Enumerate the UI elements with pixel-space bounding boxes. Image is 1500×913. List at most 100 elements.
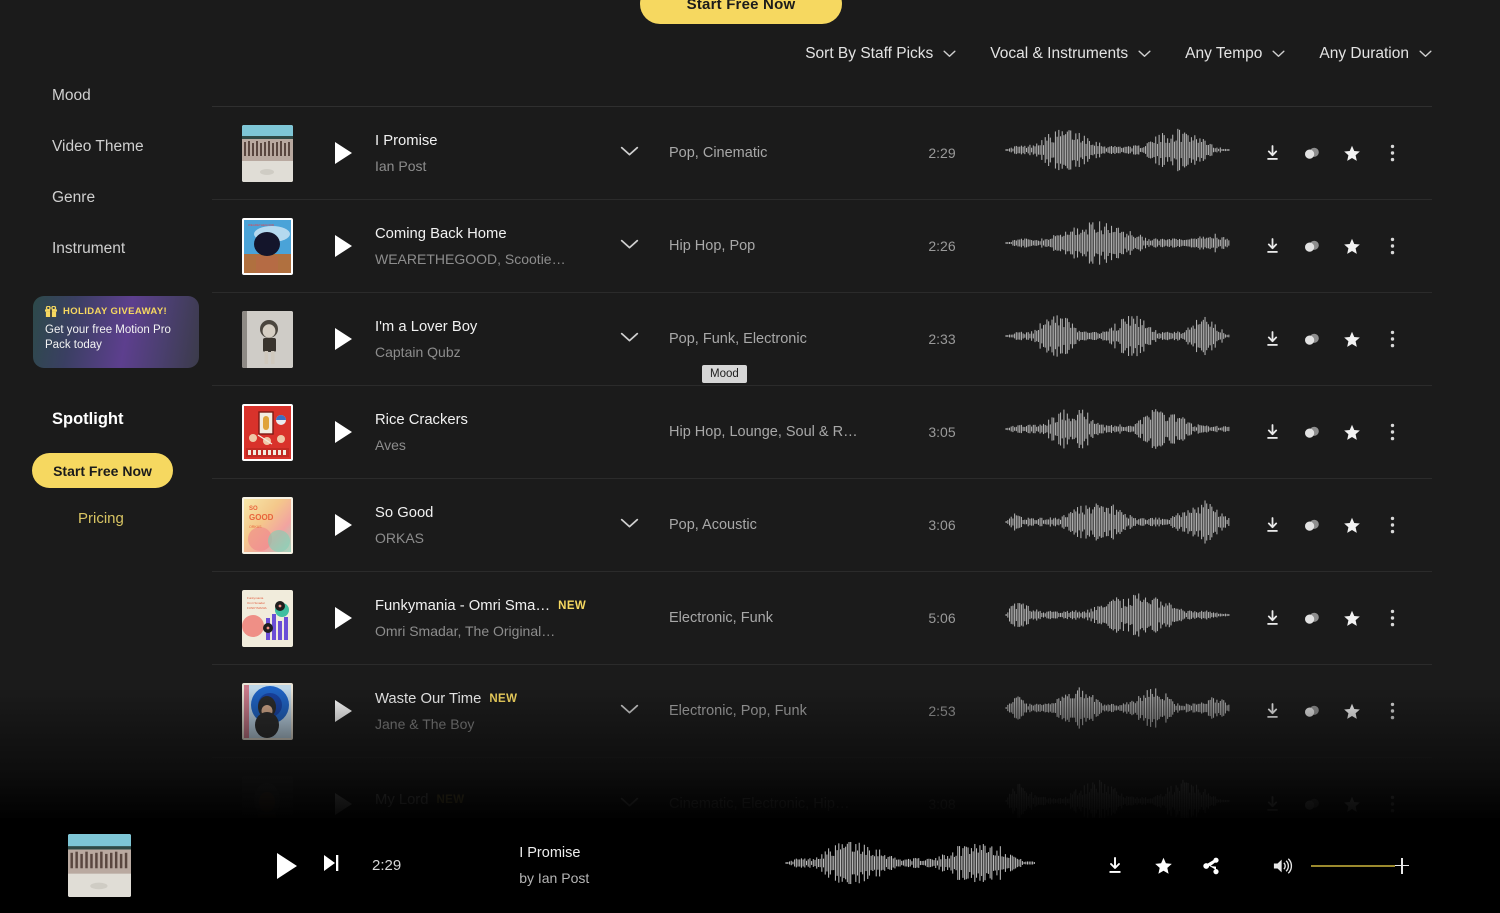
track-tags[interactable]: Pop, Funk, Electronic	[669, 331, 899, 347]
filter-any-duration[interactable]: Any Duration	[1319, 45, 1432, 63]
similar-tracks-icon[interactable]	[1302, 701, 1322, 721]
track-tags[interactable]: Hip Hop, Pop	[669, 238, 899, 254]
track-waveform[interactable]	[1005, 589, 1251, 647]
holiday-giveaway-promo[interactable]: HOLIDAY GIVEAWAY! Get your free Motion P…	[33, 296, 199, 368]
track-tags[interactable]: Electronic, Pop, Funk	[669, 703, 899, 719]
sidebar-item-mood[interactable]: Mood	[0, 70, 212, 121]
favorite-star-icon[interactable]	[1153, 856, 1173, 876]
track-tags[interactable]: Pop, Cinematic	[669, 145, 899, 161]
filter-sort-by-staff-picks[interactable]: Sort By Staff Picks	[805, 45, 956, 63]
volume-icon[interactable]	[1273, 856, 1293, 876]
track-play-button[interactable]	[319, 607, 367, 629]
similar-tracks-icon[interactable]	[1302, 608, 1322, 628]
download-icon[interactable]	[1262, 236, 1282, 256]
track-expand-button[interactable]	[607, 795, 651, 813]
share-icon[interactable]	[1201, 856, 1221, 876]
more-options-icon[interactable]	[1382, 143, 1402, 163]
track-row[interactable]: Waste Our Time NEW Jane & The Boy Electroni…	[212, 664, 1432, 757]
download-icon[interactable]	[1262, 794, 1282, 814]
filter-any-tempo[interactable]: Any Tempo	[1185, 45, 1285, 63]
player-next-button[interactable]	[323, 854, 340, 877]
track-title-line: Waste Our Time NEW	[375, 691, 607, 707]
favorite-star-icon[interactable]	[1342, 794, 1362, 814]
similar-tracks-icon[interactable]	[1302, 515, 1322, 535]
promo-body: Get your free Motion Pro Pack today	[45, 324, 171, 351]
favorite-star-icon[interactable]	[1342, 143, 1362, 163]
favorite-star-icon[interactable]	[1342, 701, 1362, 721]
track-expand-button[interactable]	[607, 702, 651, 720]
track-row[interactable]: SO GOOD ORKAS So Good ORKAS Pop, Acoustic 3:06	[212, 478, 1432, 571]
similar-tracks-icon[interactable]	[1302, 794, 1322, 814]
similar-tracks-icon[interactable]	[1302, 329, 1322, 349]
similar-tracks-icon[interactable]	[1302, 236, 1322, 256]
player-play-button[interactable]	[277, 852, 297, 879]
play-icon	[334, 793, 352, 815]
similar-tracks-icon[interactable]	[1302, 143, 1322, 163]
volume-control[interactable]	[1273, 856, 1410, 876]
track-play-button[interactable]	[319, 235, 367, 257]
track-play-button[interactable]	[319, 328, 367, 350]
track-row[interactable]: I'm a Lover Boy Captain Qubz Pop, Funk, El…	[212, 292, 1432, 385]
track-expand-button[interactable]	[607, 237, 651, 255]
pricing-link[interactable]: Pricing	[78, 510, 212, 527]
download-icon[interactable]	[1262, 143, 1282, 163]
sidebar-item-label: Genre	[52, 188, 96, 206]
sidebar-item-video-theme[interactable]: Video Theme	[0, 121, 212, 172]
favorite-star-icon[interactable]	[1342, 329, 1362, 349]
volume-slider-track[interactable]	[1311, 864, 1396, 867]
chevron-down-icon	[620, 516, 639, 534]
track-play-button[interactable]	[319, 700, 367, 722]
track-title-line: So Good	[375, 505, 607, 521]
track-row[interactable]: Funkymania Omri Smadar FUNKYMANIA Funkymani…	[212, 571, 1432, 664]
track-tags[interactable]: Cinematic, Electronic, Hip…	[669, 796, 899, 812]
track-row[interactable]: I Promise Ian Post Pop, Cinematic 2:29	[212, 106, 1432, 199]
track-duration: 2:53	[928, 703, 956, 719]
track-waveform[interactable]	[1005, 217, 1251, 275]
download-icon[interactable]	[1262, 608, 1282, 628]
favorite-star-icon[interactable]	[1342, 422, 1362, 442]
track-play-button[interactable]	[319, 421, 367, 443]
sidebar-start-free-now-button[interactable]: Start Free Now	[32, 453, 173, 488]
more-options-icon[interactable]	[1382, 701, 1402, 721]
svg-text:SO: SO	[249, 506, 258, 512]
more-options-icon[interactable]	[1382, 608, 1402, 628]
track-play-button[interactable]	[319, 142, 367, 164]
track-tags[interactable]: Electronic, Funk	[669, 610, 899, 626]
more-options-icon[interactable]	[1382, 236, 1402, 256]
new-badge: NEW	[436, 793, 465, 806]
similar-tracks-icon[interactable]	[1302, 422, 1322, 442]
track-waveform[interactable]	[1005, 124, 1251, 182]
download-icon[interactable]	[1262, 701, 1282, 721]
filter-vocal-instruments[interactable]: Vocal & Instruments	[990, 45, 1151, 63]
track-waveform[interactable]	[1005, 310, 1251, 368]
new-badge: NEW	[558, 599, 587, 612]
more-options-icon[interactable]	[1382, 794, 1402, 814]
track-expand-button[interactable]	[607, 330, 651, 348]
track-expand-button[interactable]	[607, 516, 651, 534]
sidebar-item-genre[interactable]: Genre	[0, 172, 212, 223]
download-icon[interactable]	[1262, 422, 1282, 442]
track-waveform[interactable]	[1005, 682, 1251, 740]
plus-icon[interactable]	[1395, 857, 1410, 874]
download-icon[interactable]	[1262, 515, 1282, 535]
track-expand-button[interactable]	[607, 144, 651, 162]
track-row[interactable]: Rice Crackers Aves Hip Hop, Lounge, Soul &…	[212, 385, 1432, 478]
more-options-icon[interactable]	[1382, 329, 1402, 349]
track-play-button[interactable]	[319, 514, 367, 536]
track-tags[interactable]: Hip Hop, Lounge, Soul & R…	[669, 424, 899, 440]
more-options-icon[interactable]	[1382, 515, 1402, 535]
track-tags[interactable]: Pop, Acoustic	[669, 517, 899, 533]
favorite-star-icon[interactable]	[1342, 236, 1362, 256]
favorite-star-icon[interactable]	[1342, 515, 1362, 535]
more-options-icon[interactable]	[1382, 422, 1402, 442]
track-waveform[interactable]	[1005, 496, 1251, 554]
download-icon[interactable]	[1105, 856, 1125, 876]
favorite-star-icon[interactable]	[1342, 608, 1362, 628]
download-icon[interactable]	[1262, 329, 1282, 349]
track-row[interactable]: WEARETHEGOOD Coming Back Home WEARETHEGOOD…	[212, 199, 1432, 292]
top-start-free-now-button[interactable]: Start Free Now	[640, 0, 842, 24]
sidebar-item-instrument[interactable]: Instrument	[0, 223, 212, 274]
player-waveform[interactable]	[785, 835, 1039, 896]
track-play-button[interactable]	[319, 793, 367, 815]
track-waveform[interactable]	[1005, 403, 1251, 461]
